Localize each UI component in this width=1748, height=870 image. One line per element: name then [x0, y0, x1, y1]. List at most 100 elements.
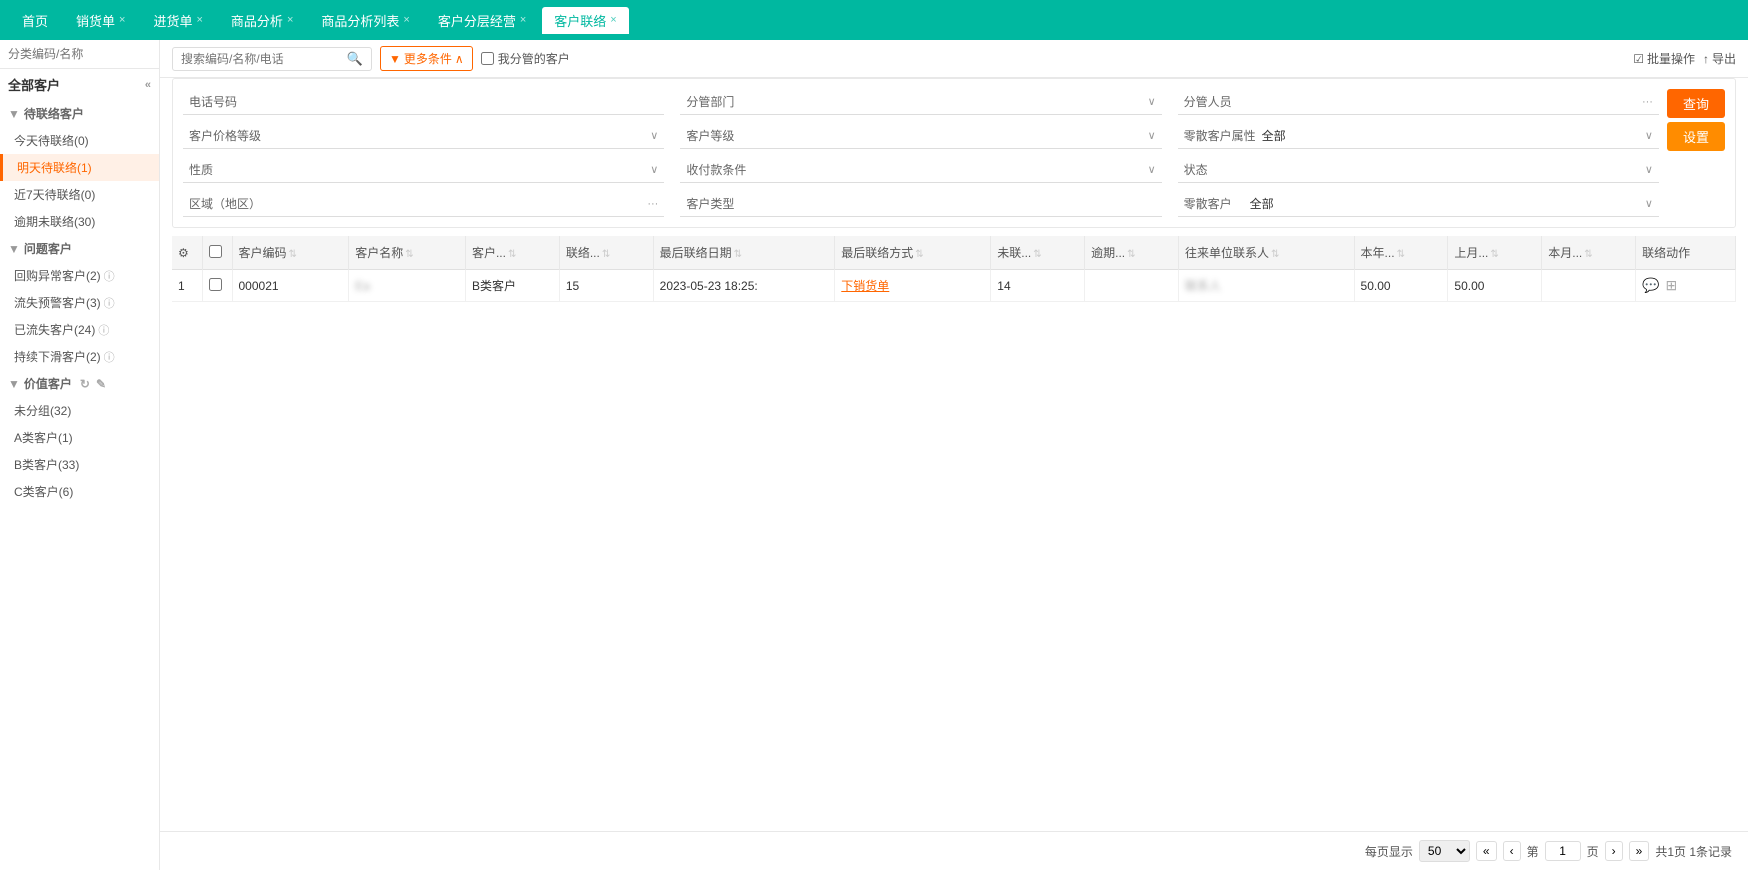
last-page-btn[interactable]: »	[1629, 841, 1650, 861]
sort-name-icon[interactable]: ⇅	[405, 249, 413, 260]
sort-category-icon[interactable]: ⇅	[508, 249, 516, 260]
batch-operation-btn[interactable]: ☑ 批量操作	[1633, 50, 1695, 67]
sidebar-value-customers-title[interactable]: ▼ 价值客户 ↻ ✎	[0, 370, 159, 397]
filter-retail-customer-arrow-icon[interactable]: ∨	[1645, 197, 1653, 210]
filter-payment-input[interactable]	[752, 163, 1143, 177]
nav-home[interactable]: 首页	[10, 7, 60, 34]
sidebar-item-class-c[interactable]: C类客户(6)	[0, 478, 159, 505]
cell-name[interactable]: Ea	[349, 270, 466, 302]
prev-page-btn[interactable]: ‹	[1503, 841, 1521, 861]
close-customer-layered-icon[interactable]: ×	[520, 14, 526, 26]
filter-phone-input[interactable]	[255, 95, 658, 109]
sort-last-date-icon[interactable]: ⇅	[734, 249, 742, 260]
sort-last-month-icon[interactable]: ⇅	[1490, 249, 1498, 260]
filter-customer-grade-arrow-icon[interactable]: ∨	[1148, 129, 1156, 142]
sidebar-item-overdue-contact[interactable]: 逾期未联络(30)	[0, 208, 159, 235]
filter-nature-input[interactable]	[255, 163, 646, 177]
cell-index: 1	[172, 270, 202, 302]
filter-person-input[interactable]	[1250, 95, 1638, 109]
sort-code-icon[interactable]: ⇅	[289, 249, 297, 260]
col-settings[interactable]: ⚙	[172, 236, 202, 270]
close-sales-order-icon[interactable]: ×	[119, 14, 125, 26]
search-button-icon[interactable]: 🔍	[347, 51, 363, 67]
filter-customer-grade-input[interactable]	[752, 129, 1143, 143]
info-icon-declining[interactable]: ⓘ	[104, 349, 115, 365]
sidebar-item-class-a[interactable]: A类客户(1)	[0, 424, 159, 451]
filter-retail-customer-input[interactable]	[1250, 197, 1641, 211]
sort-contact-count-icon[interactable]: ⇅	[602, 249, 610, 260]
sidebar-item-today-contact[interactable]: 今天待联络(0)	[0, 127, 159, 154]
per-page-select[interactable]: 50 100 200	[1419, 840, 1470, 862]
sort-last-method-icon[interactable]: ⇅	[915, 249, 923, 260]
sidebar-pending-contact-title[interactable]: ▼ 待联络客户	[0, 100, 159, 127]
sort-uncontact-icon[interactable]: ⇅	[1033, 249, 1041, 260]
filter-status-arrow-icon[interactable]: ∨	[1645, 163, 1653, 176]
row-checkbox[interactable]	[209, 278, 222, 291]
filter-retail-attr-arrow-icon[interactable]: ∨	[1645, 129, 1653, 142]
filter-nature-arrow-icon[interactable]: ∨	[650, 163, 658, 176]
nav-sales-order[interactable]: 销货单 ×	[64, 7, 137, 34]
nav-customer-contact[interactable]: 客户联络 ×	[542, 7, 628, 34]
filter-dept-arrow-icon[interactable]: ∨	[1148, 95, 1156, 108]
close-product-analysis-icon[interactable]: ×	[287, 14, 293, 26]
sidebar-item-repurchase-abnormal[interactable]: 回购异常客户(2) ⓘ	[0, 262, 159, 289]
sort-overdue-icon[interactable]: ⇅	[1127, 249, 1135, 260]
cell-last-contact-method[interactable]: 下销货单	[835, 270, 991, 302]
col-code: 客户编码⇅	[232, 236, 349, 270]
nav-customer-layered[interactable]: 客户分层经营 ×	[426, 7, 538, 34]
sidebar-item-churned[interactable]: 已流失客户(24) ⓘ	[0, 316, 159, 343]
search-input[interactable]	[181, 52, 347, 66]
filter-customer-type: 客户类型	[680, 191, 1161, 217]
filter-price-grade-input[interactable]	[267, 129, 646, 143]
filter-status-input[interactable]	[1250, 163, 1641, 177]
query-button[interactable]: 查询	[1667, 89, 1725, 118]
nav-purchase-order[interactable]: 进货单 ×	[141, 7, 214, 34]
my-customers-checkbox-label[interactable]: 我分管的客户	[481, 50, 570, 67]
refresh-value-icon[interactable]: ↻	[80, 377, 90, 391]
sidebar-all-customers[interactable]: 全部客户 «	[0, 69, 159, 100]
sidebar-item-7days-contact[interactable]: 近7天待联络(0)	[0, 181, 159, 208]
close-purchase-order-icon[interactable]: ×	[196, 14, 202, 26]
filter-retail-attr-input[interactable]	[1262, 129, 1641, 143]
select-all-checkbox[interactable]	[209, 245, 222, 258]
sort-this-month-icon[interactable]: ⇅	[1584, 249, 1592, 260]
filter-region-input[interactable]	[267, 197, 643, 211]
my-customers-checkbox[interactable]	[481, 52, 494, 65]
filter-region-more-icon[interactable]: ···	[647, 198, 658, 210]
filter-payment-arrow-icon[interactable]: ∨	[1148, 163, 1156, 176]
first-page-btn[interactable]: «	[1476, 841, 1497, 861]
sort-contact-person-icon[interactable]: ⇅	[1271, 249, 1279, 260]
next-page-btn[interactable]: ›	[1605, 841, 1623, 861]
sidebar-item-ungrouped[interactable]: 未分组(32)	[0, 397, 159, 424]
filter-customer-type-input[interactable]	[752, 197, 1155, 211]
sidebar-problem-customers-title[interactable]: ▼ 问题客户	[0, 235, 159, 262]
nav-product-analysis[interactable]: 商品分析 ×	[219, 7, 305, 34]
close-product-analysis-list-icon[interactable]: ×	[403, 14, 409, 26]
nav-product-analysis-list[interactable]: 商品分析列表 ×	[309, 7, 421, 34]
col-checkbox[interactable]	[202, 236, 232, 270]
cell-checkbox[interactable]	[202, 270, 232, 302]
chat-action-icon[interactable]: 💬	[1642, 277, 1659, 294]
filter-dept-input[interactable]	[752, 95, 1143, 109]
sidebar-item-churn-warning[interactable]: 流失预警客户(3) ⓘ	[0, 289, 159, 316]
sidebar-item-class-b[interactable]: B类客户(33)	[0, 451, 159, 478]
sidebar-item-declining[interactable]: 持续下滑客户(2) ⓘ	[0, 343, 159, 370]
close-customer-contact-icon[interactable]: ×	[610, 14, 616, 26]
filter-price-grade-arrow-icon[interactable]: ∨	[650, 129, 658, 142]
sort-this-year-icon[interactable]: ⇅	[1397, 249, 1405, 260]
grid-action-icon[interactable]: ⊞	[1666, 277, 1678, 294]
sidebar-item-tomorrow-contact[interactable]: 明天待联络(1)	[0, 154, 159, 181]
reset-button[interactable]: 设置	[1667, 122, 1725, 151]
col-category: 客户...⇅	[465, 236, 559, 270]
sidebar-search-input[interactable]	[8, 47, 160, 61]
cell-code: 000021	[232, 270, 349, 302]
info-icon-repurchase[interactable]: ⓘ	[104, 268, 115, 284]
last-contact-method-link[interactable]: 下销货单	[841, 279, 889, 293]
info-icon-churn-warning[interactable]: ⓘ	[104, 295, 115, 311]
export-btn[interactable]: ↑ 导出	[1703, 50, 1736, 67]
edit-value-icon[interactable]: ✎	[96, 377, 106, 391]
info-icon-churned[interactable]: ⓘ	[98, 322, 109, 338]
page-number-input[interactable]	[1545, 841, 1581, 861]
filter-more-btn[interactable]: ▼ 更多条件 ∧	[380, 46, 473, 71]
filter-person-more-icon[interactable]: ···	[1642, 96, 1653, 108]
